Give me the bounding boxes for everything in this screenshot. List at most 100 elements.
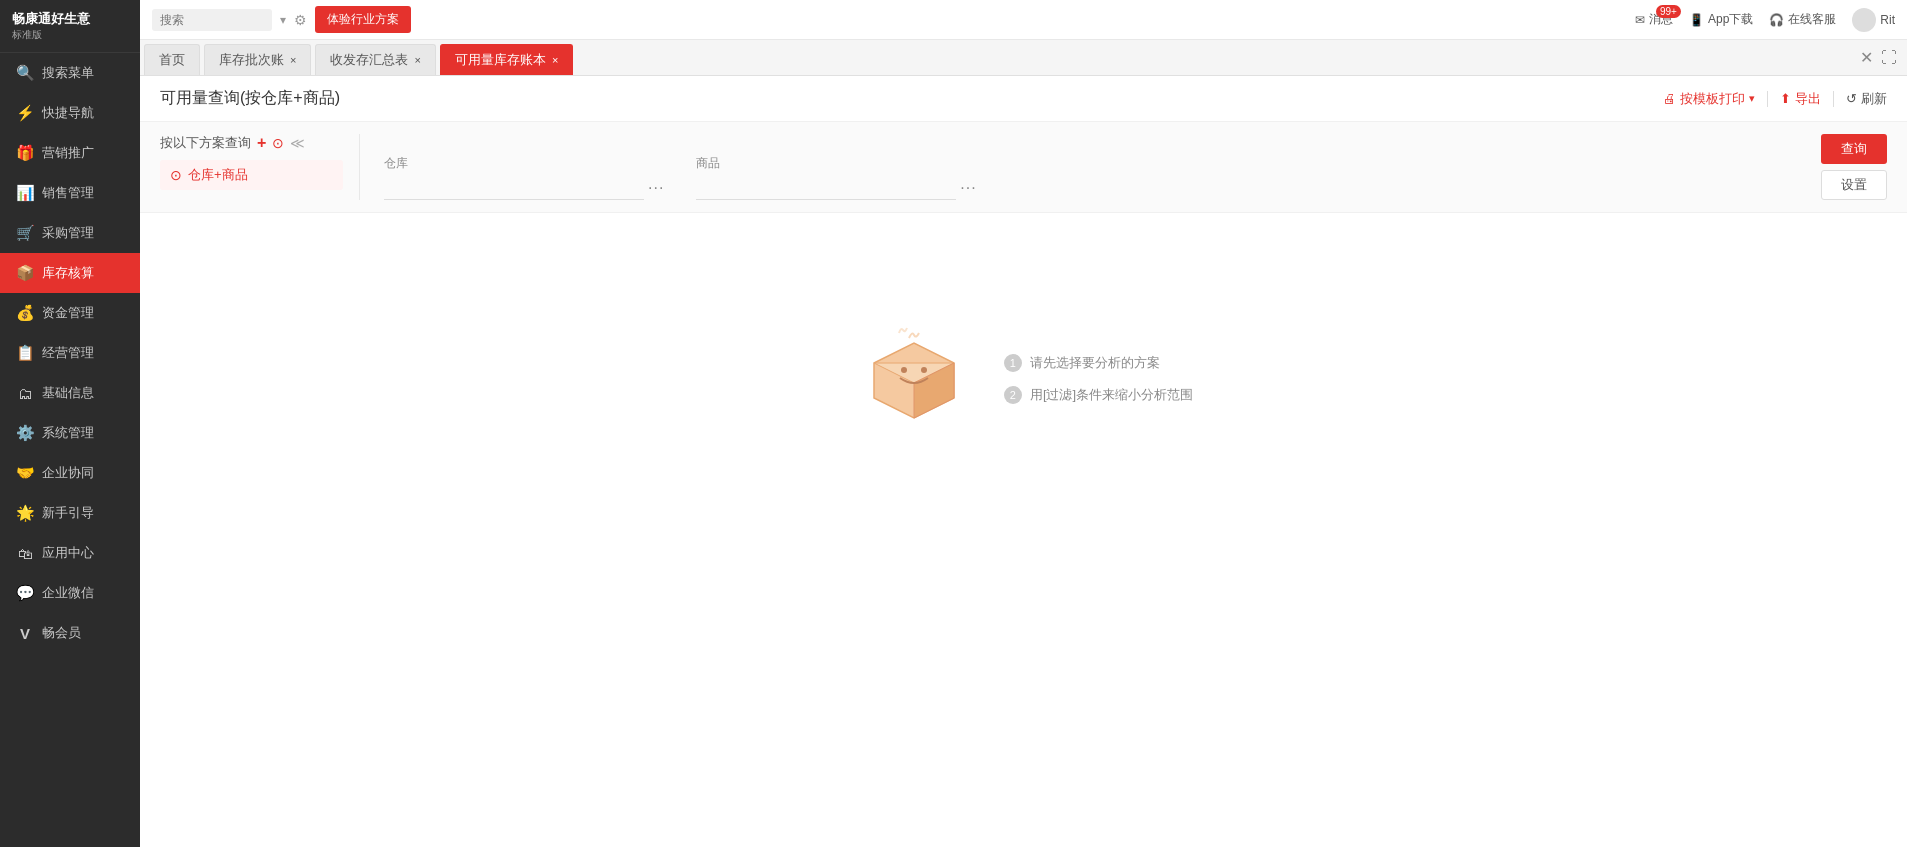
empty-illustration: [854, 313, 974, 444]
filter-header: 按以下方案查询 + ⊙ ≪: [160, 134, 343, 152]
avatar: [1852, 8, 1876, 32]
add-scheme-icon[interactable]: +: [257, 134, 266, 152]
trial-button[interactable]: 体验行业方案: [315, 6, 411, 33]
sidebar-item-operations[interactable]: 📋 经营管理: [0, 333, 140, 373]
product-field: 商品 ···: [696, 155, 976, 200]
tip-2-text: 用[过滤]条件来缩小分析范围: [1030, 386, 1193, 404]
sidebar-item-enterprise[interactable]: 🤝 企业协同: [0, 453, 140, 493]
sidebar-item-search[interactable]: 🔍 搜索菜单: [0, 53, 140, 93]
chart-icon: 📊: [16, 184, 34, 202]
sidebar-item-label: 企业协同: [42, 464, 94, 482]
sidebar-item-purchase[interactable]: 🛒 采购管理: [0, 213, 140, 253]
app-download-label: App下载: [1708, 11, 1753, 28]
sidebar-item-label: 采购管理: [42, 224, 94, 242]
shop-icon: 🛍: [16, 545, 34, 562]
user-name: Rit: [1880, 13, 1895, 27]
close-window-icon[interactable]: ✕: [1860, 48, 1873, 67]
collapse-icon[interactable]: ≪: [290, 135, 305, 151]
phone-icon: 📱: [1689, 13, 1704, 27]
sidebar-item-finance[interactable]: 💰 资金管理: [0, 293, 140, 333]
sidebar-item-label: 库存核算: [42, 264, 94, 282]
refresh-button[interactable]: ↺ 刷新: [1846, 90, 1887, 108]
warehouse-input[interactable]: [384, 176, 644, 200]
svg-point-3: [901, 367, 907, 373]
handshake-icon: 🤝: [16, 464, 34, 482]
user-menu[interactable]: Rit: [1852, 8, 1895, 32]
sidebar-item-label: 应用中心: [42, 544, 94, 562]
sidebar-item-label: 畅会员: [42, 624, 81, 642]
tab-home[interactable]: 首页: [144, 44, 200, 75]
page-actions: 🖨 按模板打印 ▾ ⬆ 导出 ↺ 刷新: [1663, 90, 1887, 108]
cart-icon: 🛒: [16, 224, 34, 242]
messages-badge: 99+: [1656, 5, 1681, 18]
refresh-label: 刷新: [1861, 90, 1887, 108]
tabs-end: ✕ ⛶: [1850, 48, 1907, 67]
app-download-button[interactable]: 📱 App下载: [1689, 11, 1753, 28]
column-settings-button[interactable]: 设置: [1821, 170, 1887, 200]
sidebar-item-sales[interactable]: 📊 销售管理: [0, 173, 140, 213]
tip-1: 1 请先选择要分析的方案: [1004, 354, 1193, 372]
sidebar: 畅康通好生意 标准版 🔍 搜索菜单 ⚡ 快捷导航 🎁 营销推广 📊 销售管理 🛒…: [0, 0, 140, 847]
export-label: 导出: [1795, 90, 1821, 108]
tab-inventory-batch-label: 库存批次账: [219, 51, 284, 69]
query-button[interactable]: 查询: [1821, 134, 1887, 164]
sidebar-item-inventory[interactable]: 📦 库存核算: [0, 253, 140, 293]
dropdown-arrow-icon[interactable]: ▾: [280, 13, 286, 27]
tip-1-num: 1: [1004, 354, 1022, 372]
sidebar-item-marketing[interactable]: 🎁 营销推广: [0, 133, 140, 173]
close-tab-icon[interactable]: ×: [290, 54, 296, 66]
sidebar-item-member[interactable]: V 畅会员: [0, 613, 140, 653]
tabs-list: 首页 库存批次账 × 收发存汇总表 × 可用量库存账本 ×: [140, 40, 1850, 75]
topbar: ▾ ⚙ 体验行业方案 ✉ 消息 99+ 📱 App下载 🎧 在线客服 Rit: [140, 0, 1907, 40]
online-service-button[interactable]: 🎧 在线客服: [1769, 11, 1836, 28]
sidebar-item-system[interactable]: ⚙️ 系统管理: [0, 413, 140, 453]
scheme-item-warehouse-product[interactable]: ⊙ 仓库+商品: [160, 160, 343, 190]
scheme-settings-icon[interactable]: ⊙: [272, 135, 284, 151]
warehouse-more-icon[interactable]: ···: [648, 179, 664, 197]
product-input[interactable]: [696, 176, 956, 200]
tab-available-stock[interactable]: 可用量库存账本 ×: [440, 44, 573, 75]
settings-icon[interactable]: ⚙: [294, 12, 307, 28]
close-tab-icon[interactable]: ×: [414, 54, 420, 66]
sidebar-item-label: 快捷导航: [42, 104, 94, 122]
sidebar-item-wechat[interactable]: 💬 企业微信: [0, 573, 140, 613]
scheme-label: 仓库+商品: [188, 166, 248, 184]
money-icon: 💰: [16, 304, 34, 322]
sidebar-item-nav[interactable]: ⚡ 快捷导航: [0, 93, 140, 133]
gear-icon: ⚙️: [16, 424, 34, 442]
sidebar-item-label: 搜索菜单: [42, 64, 94, 82]
empty-tips: 1 请先选择要分析的方案 2 用[过滤]条件来缩小分析范围: [1004, 354, 1193, 404]
sidebar-item-label: 销售管理: [42, 184, 94, 202]
svg-point-4: [921, 367, 927, 373]
search-input[interactable]: [152, 9, 272, 31]
sidebar-item-app-center[interactable]: 🛍 应用中心: [0, 533, 140, 573]
expand-window-icon[interactable]: ⛶: [1881, 49, 1897, 67]
app-name: 畅康通好生意: [12, 10, 128, 28]
page-header: 可用量查询(按仓库+商品) 🖨 按模板打印 ▾ ⬆ 导出 ↺ 刷新: [140, 76, 1907, 122]
sidebar-item-label: 企业微信: [42, 584, 94, 602]
product-input-row: ···: [696, 176, 976, 200]
tab-stock-summary[interactable]: 收发存汇总表 ×: [315, 44, 435, 75]
product-more-icon[interactable]: ···: [960, 179, 976, 197]
export-button[interactable]: ⬆ 导出: [1780, 90, 1821, 108]
scheme-icon: ⊙: [170, 167, 182, 183]
print-icon: 🖨: [1663, 91, 1676, 106]
action-buttons: 查询 设置: [1821, 134, 1887, 200]
filter-row: 仓库 ··· 商品 ···: [384, 134, 1887, 200]
tab-inventory-batch[interactable]: 库存批次账 ×: [204, 44, 311, 75]
chevron-down-icon[interactable]: ▾: [1749, 92, 1755, 105]
clipboard-icon: 📋: [16, 344, 34, 362]
sidebar-item-base-info[interactable]: 🗂 基础信息: [0, 373, 140, 413]
app-version: 标准版: [12, 28, 128, 42]
online-service-label: 在线客服: [1788, 11, 1836, 28]
page-title: 可用量查询(按仓库+商品): [160, 88, 340, 109]
empty-svg: [854, 313, 974, 423]
sidebar-item-label: 资金管理: [42, 304, 94, 322]
warehouse-field: 仓库 ···: [384, 155, 664, 200]
messages-button[interactable]: ✉ 消息 99+: [1635, 11, 1673, 28]
sidebar-item-guide[interactable]: 🌟 新手引导: [0, 493, 140, 533]
tab-stock-summary-label: 收发存汇总表: [330, 51, 408, 69]
print-template-button[interactable]: 🖨 按模板打印 ▾: [1663, 90, 1755, 108]
divider: [1767, 91, 1768, 107]
close-tab-icon[interactable]: ×: [552, 54, 558, 66]
